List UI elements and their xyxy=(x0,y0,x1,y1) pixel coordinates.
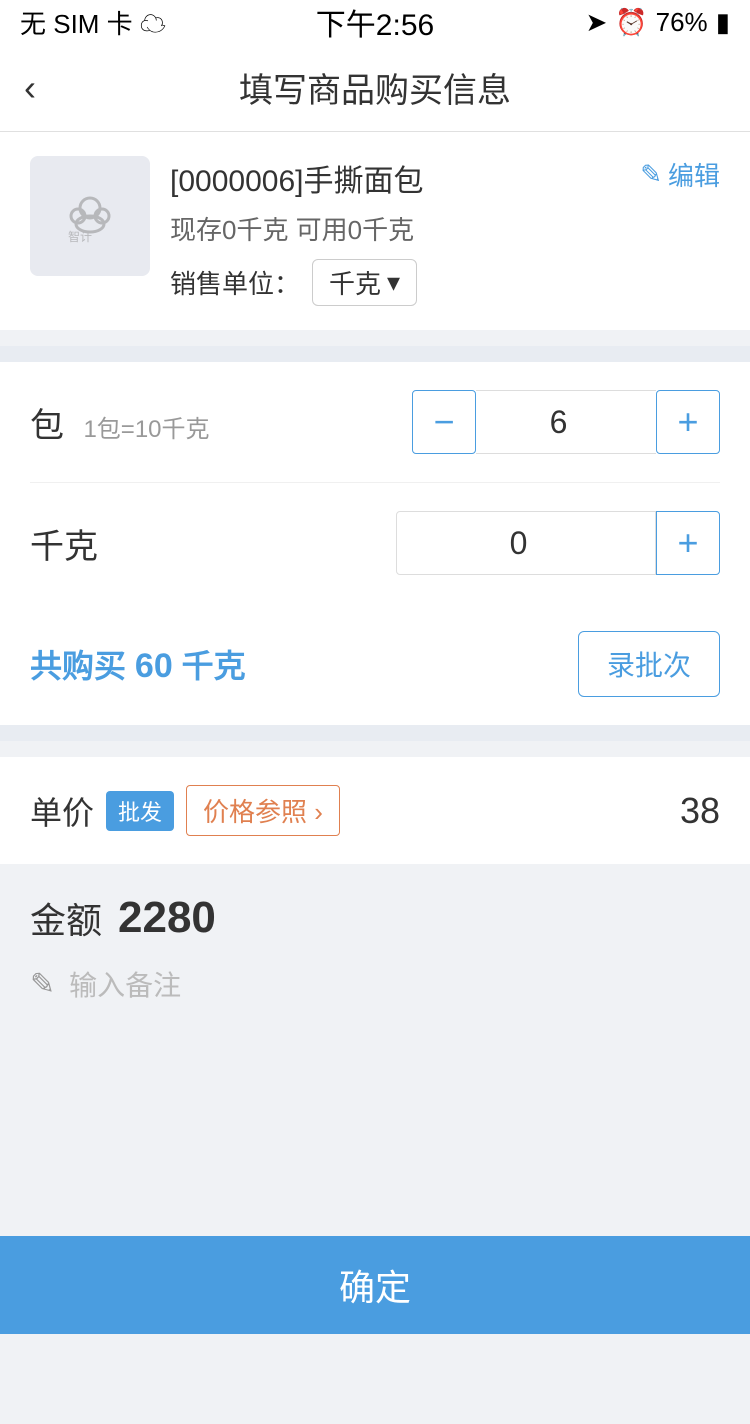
price-ref-button[interactable]: 价格参照 › xyxy=(186,785,340,836)
bag-quantity-input[interactable] xyxy=(476,390,656,454)
total-section: 共购买 60 千克 录批次 xyxy=(0,603,750,725)
price-value: 38 xyxy=(680,790,720,832)
edit-label: 编辑 xyxy=(668,156,720,193)
section-divider-2 xyxy=(0,725,750,741)
amount-label: 金额 xyxy=(30,892,102,944)
bag-minus-button[interactable]: − xyxy=(412,390,476,454)
note-icon: ✎ xyxy=(30,967,55,1002)
status-bar: 无 SIM 卡 ☁ 下午2:56 ➤ ⏰ 76% ▮ xyxy=(0,0,750,44)
amount-row: 金额 2280 xyxy=(30,892,720,944)
bag-label: 包 1包=10千克 xyxy=(30,398,412,447)
note-placeholder: 输入备注 xyxy=(69,964,181,1004)
status-right: ➤ ⏰ 76% ▮ xyxy=(585,7,730,38)
batch-button[interactable]: 录批次 xyxy=(578,631,720,697)
price-label-row: 单价 批发 价格参照 › xyxy=(30,785,340,836)
battery-icon: ▮ xyxy=(716,7,730,38)
edit-icon: ✎ xyxy=(640,159,662,190)
battery-level: 76% xyxy=(656,7,708,38)
product-stock: 现存0千克 可用0千克 xyxy=(170,210,720,247)
edit-button[interactable]: ✎ 编辑 xyxy=(640,156,720,193)
price-label: 单价 xyxy=(30,788,94,834)
kg-input-row: 千克 + xyxy=(30,483,720,603)
product-thumbnail: 智计 xyxy=(30,156,150,276)
grey-filler xyxy=(0,1024,750,1424)
total-unit xyxy=(173,648,182,684)
page-title: 填写商品购买信息 xyxy=(239,63,511,112)
confirm-label: 确定 xyxy=(339,1259,411,1311)
status-time: 下午2:56 xyxy=(316,0,434,44)
product-unit-row: 销售单位： 千克 ▾ xyxy=(170,259,720,306)
nav-bar: ‹ 填写商品购买信息 xyxy=(0,44,750,132)
bag-quantity-control: − + xyxy=(412,390,720,454)
kg-plus-button[interactable]: + xyxy=(656,511,720,575)
sim-status: 无 SIM 卡 ☁ xyxy=(20,4,166,41)
location-icon: ➤ xyxy=(585,7,607,38)
kg-quantity-control: + xyxy=(396,511,720,575)
back-button[interactable]: ‹ xyxy=(24,67,36,109)
bag-input-row: 包 1包=10千克 − + xyxy=(30,362,720,483)
unit-select[interactable]: 千克 ▾ xyxy=(312,259,417,306)
status-left: 无 SIM 卡 ☁ xyxy=(20,4,166,41)
product-card: 智计 [0000006]手撕面包 现存0千克 可用0千克 销售单位： 千克 ▾ … xyxy=(0,132,750,330)
kg-quantity-input[interactable] xyxy=(396,511,656,575)
unit-label: 销售单位： xyxy=(170,264,300,301)
bag-plus-button[interactable]: + xyxy=(656,390,720,454)
total-text: 共购买 60 千克 xyxy=(30,641,246,687)
kg-label: 千克 xyxy=(30,519,396,568)
confirm-bar[interactable]: 确定 xyxy=(0,1236,750,1334)
alarm-icon: ⏰ xyxy=(615,7,647,38)
amount-section: 金额 2280 ✎ 输入备注 xyxy=(0,864,750,1024)
note-row[interactable]: ✎ 输入备注 xyxy=(30,964,720,1024)
quantity-section: 包 1包=10千克 − + 千克 + xyxy=(0,362,750,603)
product-info: [0000006]手撕面包 现存0千克 可用0千克 销售单位： 千克 ▾ xyxy=(170,156,720,306)
svg-text:智计: 智计 xyxy=(68,229,92,244)
product-name: [0000006]手撕面包 xyxy=(170,156,720,200)
amount-value: 2280 xyxy=(118,893,216,943)
section-divider-1 xyxy=(0,346,750,362)
bag-sublabel: 1包=10千克 xyxy=(83,416,209,443)
unit-value: 千克 xyxy=(329,264,381,301)
price-section: 单价 批发 价格参照 › 38 xyxy=(0,757,750,864)
dropdown-icon: ▾ xyxy=(387,267,400,298)
total-prefix: 共购买 xyxy=(30,648,126,684)
price-tag: 批发 xyxy=(106,791,174,831)
